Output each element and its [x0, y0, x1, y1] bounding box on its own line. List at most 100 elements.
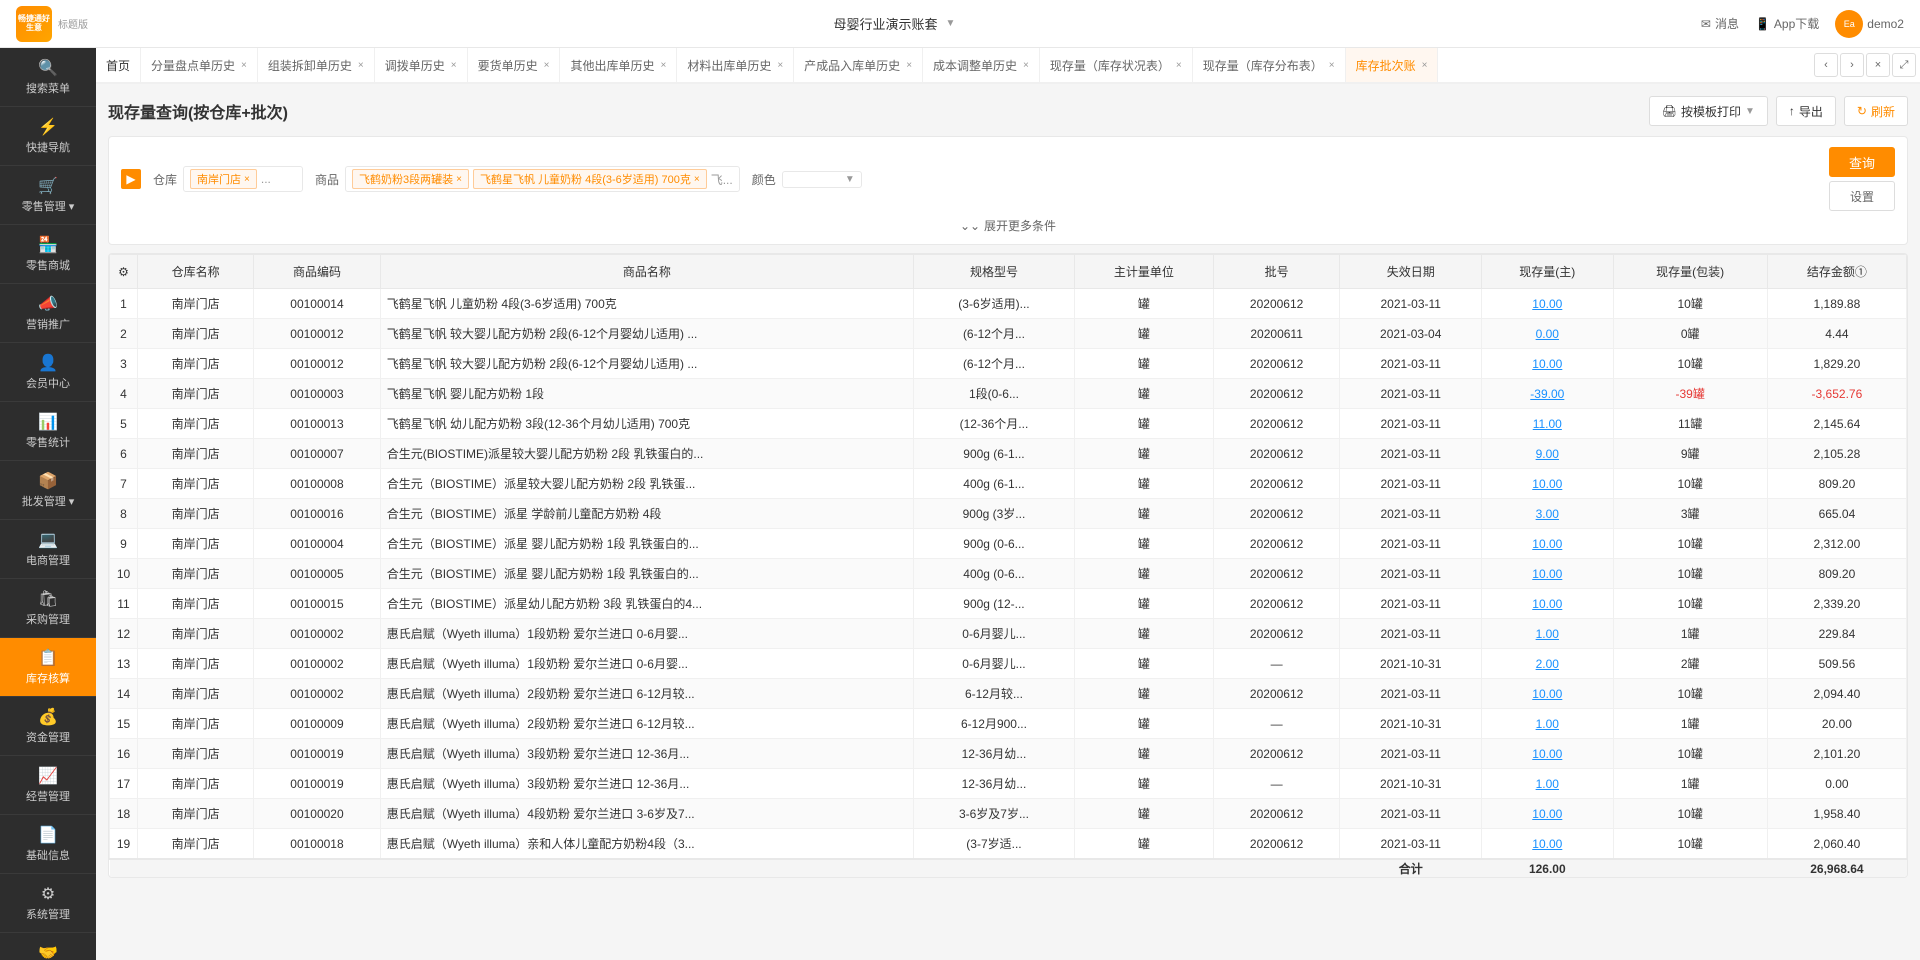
tab-close-icon[interactable]: ×	[1329, 60, 1335, 71]
td-spec: 900g (0-6...	[914, 529, 1075, 559]
tab-close-icon[interactable]: ×	[451, 60, 457, 71]
tab-fullscreen-btn[interactable]: ⤢	[1892, 53, 1916, 77]
warehouse-more-dots[interactable]: ...	[261, 172, 271, 186]
td-qty-main[interactable]: 10.00	[1482, 799, 1613, 829]
td-no: 11	[110, 589, 138, 619]
sidebar-item-快捷导航[interactable]: ⚡ 快捷导航	[0, 107, 96, 166]
user-profile[interactable]: Ea demo2	[1835, 10, 1904, 38]
color-tag-container[interactable]: ▼	[782, 171, 862, 188]
sidebar-item-基础信息[interactable]: 📄 基础信息	[0, 815, 96, 874]
nav-tab-分量盘点单历史[interactable]: 分量盘点单历史×	[141, 48, 258, 83]
sidebar-item-营销推广[interactable]: 📣 营销推广	[0, 284, 96, 343]
tab-close-icon[interactable]: ×	[660, 60, 666, 71]
sidebar-item-经营管理[interactable]: 📈 经营管理	[0, 756, 96, 815]
refresh-button[interactable]: ↻ 刷新	[1844, 96, 1908, 126]
company-dropdown-icon[interactable]: ▼	[946, 18, 956, 29]
td-code: 00100014	[254, 289, 380, 319]
td-amount: 2,094.40	[1767, 679, 1906, 709]
sidebar-item-采购管理[interactable]: 🛍 采购管理	[0, 579, 96, 638]
sidebar-item-系统管理[interactable]: ⚙ 系统管理	[0, 874, 96, 933]
warehouse-tag-container[interactable]: 南岸门店 × ...	[183, 166, 303, 192]
tab-close-icon[interactable]: ×	[906, 60, 912, 71]
tab-prev-btn[interactable]: ‹	[1814, 53, 1838, 77]
sidebar-item-零售商城[interactable]: 🏪 零售商城	[0, 225, 96, 284]
col-settings-icon[interactable]: ⚙	[118, 265, 129, 279]
expand-conditions-btn[interactable]: ⌄⌄ 展开更多条件	[960, 217, 1056, 234]
tab-close-icon[interactable]: ×	[241, 60, 247, 71]
warehouse-tag-close[interactable]: ×	[244, 174, 250, 185]
td-qty-main[interactable]: 3.00	[1482, 499, 1613, 529]
nav-tab-其他出库单历史[interactable]: 其他出库单历史×	[560, 48, 677, 83]
table-row: 7 南岸门店 00100008 合生元（BIOSTIME）派星较大婴儿配方奶粉 …	[110, 469, 1907, 499]
td-qty-main[interactable]: -39.00	[1482, 379, 1613, 409]
sidebar-item-电商管理[interactable]: 💻 电商管理	[0, 520, 96, 579]
nav-tab-组装拆卸单历史[interactable]: 组装拆卸单历史×	[258, 48, 375, 83]
td-qty-main[interactable]: 10.00	[1482, 589, 1613, 619]
nav-tab-首页[interactable]: 首页	[96, 48, 141, 83]
nav-tab-要货单历史[interactable]: 要货单历史×	[468, 48, 561, 83]
tab-close-icon[interactable]: ×	[777, 60, 783, 71]
nav-tab-现存量（库存分布表）[interactable]: 现存量（库存分布表）×	[1193, 48, 1346, 83]
tab-close-icon[interactable]: ×	[1023, 60, 1029, 71]
nav-tab-成本调整单历史[interactable]: 成本调整单历史×	[923, 48, 1040, 83]
td-qty-main[interactable]: 10.00	[1482, 529, 1613, 559]
td-qty-main[interactable]: 9.00	[1482, 439, 1613, 469]
export-button[interactable]: ↑ 导出	[1776, 96, 1836, 126]
message-btn[interactable]: ✉ 消息	[1701, 15, 1739, 32]
tab-close-icon[interactable]: ×	[544, 60, 550, 71]
filter-expand-toggle[interactable]: ▶	[121, 169, 141, 189]
sidebar-item-搜索菜单[interactable]: 🔍 搜索菜单	[0, 48, 96, 107]
td-qty-pkg: 10罐	[1613, 589, 1767, 619]
nav-tab-材料出库单历史[interactable]: 材料出库单历史×	[677, 48, 794, 83]
td-qty-main[interactable]: 2.00	[1482, 649, 1613, 679]
tab-close-icon[interactable]: ×	[358, 60, 364, 71]
sidebar-item-零售管理[interactable]: 🛒 零售管理 ▾	[0, 166, 96, 225]
th-settings[interactable]: ⚙	[110, 255, 138, 289]
td-qty-main[interactable]: 10.00	[1482, 559, 1613, 589]
company-name: 母婴行业演示账套	[833, 14, 937, 33]
td-qty-main[interactable]: 10.00	[1482, 469, 1613, 499]
tab-close-icon[interactable]: ×	[1176, 60, 1182, 71]
product-tag-2-close[interactable]: ×	[694, 174, 700, 185]
search-button[interactable]: 查询	[1829, 147, 1895, 177]
th-spec: 规格型号	[914, 255, 1075, 289]
td-qty-main[interactable]: 10.00	[1482, 739, 1613, 769]
sidebar-item-零售统计[interactable]: 📊 零售统计	[0, 402, 96, 461]
td-code: 00100005	[254, 559, 380, 589]
app-download-btn[interactable]: 📱 App下载	[1755, 15, 1819, 32]
nav-tab-产成品入库单历史[interactable]: 产成品入库单历史×	[794, 48, 923, 83]
color-dropdown-icon[interactable]: ▼	[845, 174, 855, 185]
td-qty-main[interactable]: 1.00	[1482, 769, 1613, 799]
nav-tab-调拨单历史[interactable]: 调拨单历史×	[375, 48, 468, 83]
product-more[interactable]: 飞...	[711, 171, 733, 188]
td-qty-main[interactable]: 11.00	[1482, 409, 1613, 439]
td-qty-main[interactable]: 10.00	[1482, 289, 1613, 319]
td-qty-main[interactable]: 1.00	[1482, 709, 1613, 739]
td-qty-main[interactable]: 10.00	[1482, 349, 1613, 379]
tab-next-btn[interactable]: ›	[1840, 53, 1864, 77]
td-qty-main[interactable]: 1.00	[1482, 619, 1613, 649]
td-qty-main[interactable]: 10.00	[1482, 829, 1613, 860]
nav-tab-现存量（库存状况表）[interactable]: 现存量（库存状况表）×	[1040, 48, 1193, 83]
td-qty-main[interactable]: 10.00	[1482, 679, 1613, 709]
tab-close-icon[interactable]: ×	[1422, 60, 1428, 71]
td-qty-main[interactable]: 0.00	[1482, 319, 1613, 349]
th-qty-pkg: 现存量(包装)	[1613, 255, 1767, 289]
sidebar-item-批发管理[interactable]: 📦 批发管理 ▾	[0, 461, 96, 520]
sidebar-item-资金管理[interactable]: 💰 资金管理	[0, 697, 96, 756]
sidebar-item-企业协同[interactable]: 🤝 企业协同	[0, 933, 96, 960]
settings-button[interactable]: 设置	[1829, 181, 1895, 211]
tab-close-btn[interactable]: ×	[1866, 53, 1890, 77]
product-tag-1-close[interactable]: ×	[456, 174, 462, 185]
company-selector[interactable]: 母婴行业演示账套 ▼	[833, 14, 955, 33]
td-expiry: 2021-10-31	[1340, 649, 1482, 679]
td-name: 合生元（BIOSTIME）派星 婴儿配方奶粉 1段 乳铁蛋白的...	[380, 529, 913, 559]
footer-qty-total: 126.00	[1482, 859, 1613, 877]
sidebar-item-库存核算[interactable]: 📋 库存核算	[0, 638, 96, 697]
print-button[interactable]: 🖨 按模板打印 ▼	[1649, 96, 1768, 126]
nav-tab-库存批次账[interactable]: 库存批次账×	[1346, 48, 1439, 83]
sidebar-item-会员中心[interactable]: 👤 会员中心	[0, 343, 96, 402]
td-unit: 罐	[1074, 739, 1213, 769]
print-dropdown-icon[interactable]: ▼	[1745, 106, 1755, 117]
product-tag-container[interactable]: 飞鹤奶粉3段两罐装 × 飞鹤星飞帆 儿童奶粉 4段(3-6岁适用) 700克 ×…	[345, 166, 740, 192]
